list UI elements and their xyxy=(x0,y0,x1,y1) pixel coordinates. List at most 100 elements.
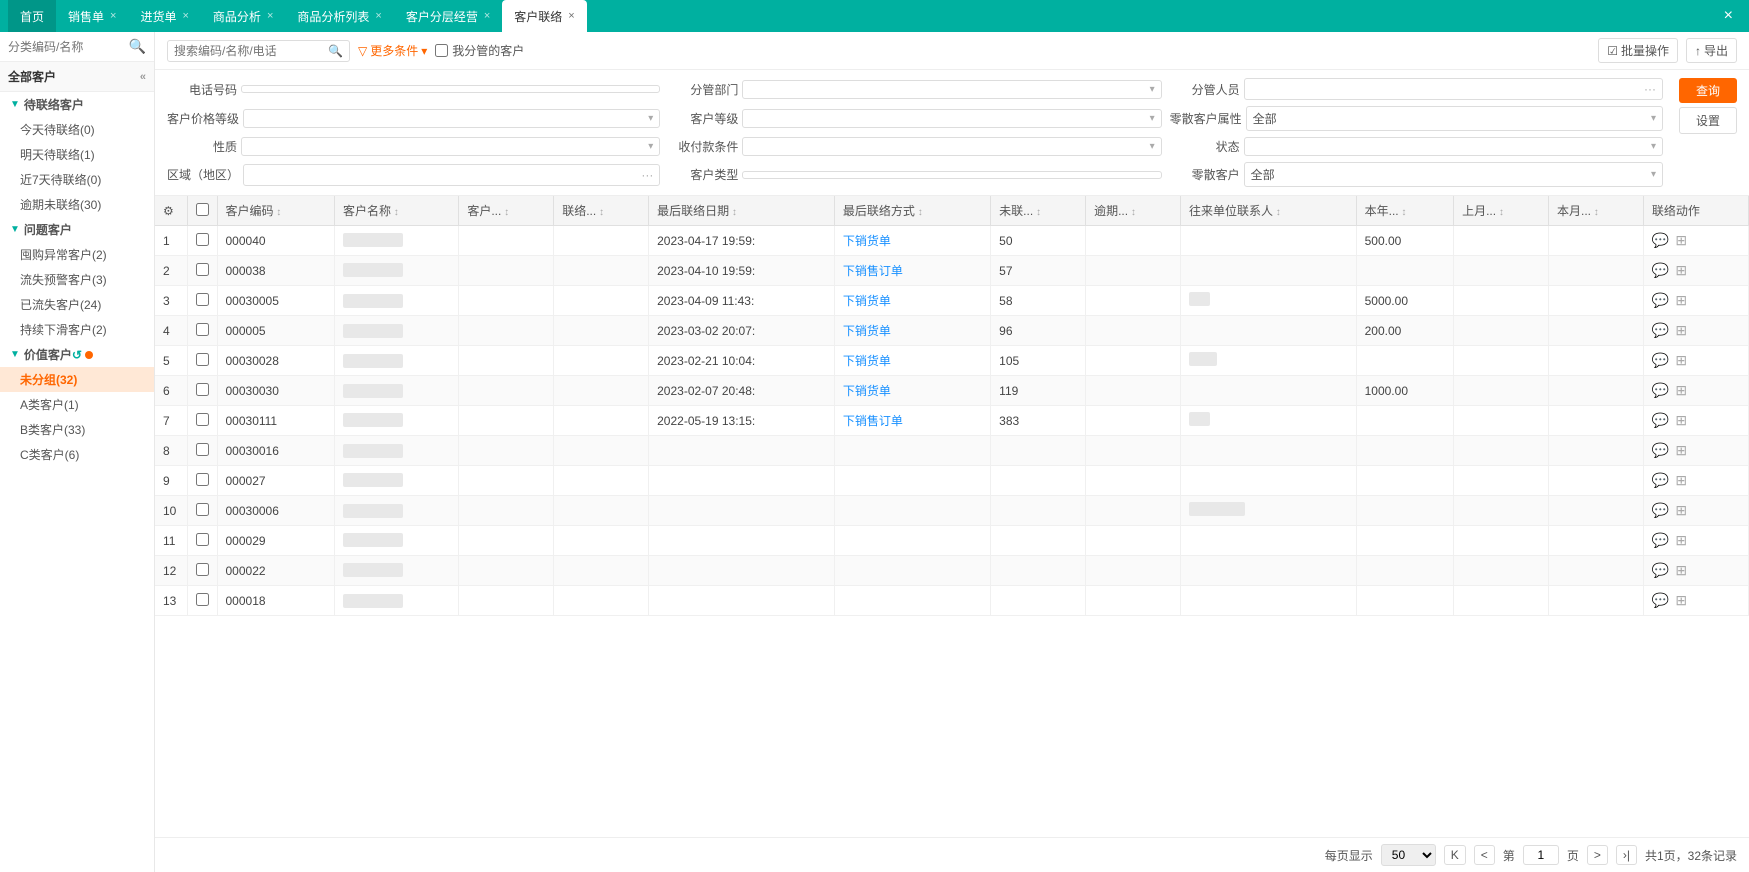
nav-tab-goods-list[interactable]: 商品分析列表 × xyxy=(285,0,393,32)
row-checkbox[interactable] xyxy=(196,503,209,516)
grid-icon[interactable]: ⊞ xyxy=(1675,442,1687,459)
grid-icon[interactable]: ⊞ xyxy=(1675,232,1687,249)
sidebar-item-unclassified[interactable]: 未分组(32) xyxy=(0,367,154,392)
sidebar-item-declining[interactable]: 持续下滑客户(2) xyxy=(0,317,154,342)
sidebar-item-churn-warning[interactable]: 流失预警客户(3) xyxy=(0,267,154,292)
filter-status-input[interactable]: ▾ xyxy=(1244,137,1663,156)
export-button[interactable]: ↑ 导出 xyxy=(1686,38,1737,63)
sidebar-item-churned[interactable]: 已流失客户(24) xyxy=(0,292,154,317)
th-this-year[interactable]: 本年... xyxy=(1356,196,1453,226)
chat-icon[interactable]: 💬 xyxy=(1652,262,1669,279)
th-type[interactable]: 客户... xyxy=(459,196,554,226)
th-counterpart[interactable]: 往来单位联系人 xyxy=(1180,196,1356,226)
filter-customer-level-input[interactable]: ▾ xyxy=(742,109,1161,128)
grid-icon[interactable]: ⊞ xyxy=(1675,322,1687,339)
nav-tab-customer-tier-close[interactable]: × xyxy=(484,10,490,22)
td-checkbox[interactable] xyxy=(187,586,217,616)
row-checkbox[interactable] xyxy=(196,473,209,486)
sidebar-pending-group[interactable]: ▼ 待联络客户 xyxy=(0,92,154,117)
filter-nature-input[interactable]: ▾ xyxy=(241,137,660,156)
chat-icon[interactable]: 💬 xyxy=(1652,532,1669,549)
grid-icon[interactable]: ⊞ xyxy=(1675,562,1687,579)
page-number-input[interactable] xyxy=(1523,845,1559,865)
nav-tab-goods-analysis-close[interactable]: × xyxy=(267,10,273,22)
filter-payment-input[interactable]: ▾ xyxy=(742,137,1161,156)
nav-tab-purchase-close[interactable]: × xyxy=(182,10,188,22)
filter-retail-customer-input[interactable]: 全部 ▾ xyxy=(1244,162,1663,187)
filter-region-input[interactable]: ··· xyxy=(243,164,660,186)
filter-person-input[interactable]: ··· xyxy=(1244,78,1663,100)
grid-icon[interactable]: ⊞ xyxy=(1675,352,1687,369)
nav-tab-sale-close[interactable]: × xyxy=(110,10,116,22)
chat-icon[interactable]: 💬 xyxy=(1652,502,1669,519)
td-checkbox[interactable] xyxy=(187,346,217,376)
row-checkbox[interactable] xyxy=(196,293,209,306)
contact-method-link[interactable]: 下销货单 xyxy=(843,384,891,398)
td-checkbox[interactable] xyxy=(187,226,217,256)
nav-tab-home[interactable]: 首页 xyxy=(8,0,56,32)
sidebar-problem-group[interactable]: ▼ 问题客户 xyxy=(0,217,154,242)
row-checkbox[interactable] xyxy=(196,533,209,546)
th-this-month[interactable]: 本月... xyxy=(1549,196,1644,226)
grid-icon[interactable]: ⊞ xyxy=(1675,592,1687,609)
sidebar-item-class-c[interactable]: C类客户(6) xyxy=(0,442,154,467)
contact-method-link[interactable]: 下销货单 xyxy=(843,234,891,248)
per-page-select[interactable]: 50 20 100 xyxy=(1381,844,1436,866)
td-checkbox[interactable] xyxy=(187,556,217,586)
th-last-contact-method[interactable]: 最后联络方式 xyxy=(834,196,990,226)
search-icon[interactable]: 🔍 xyxy=(328,44,343,58)
chat-icon[interactable]: 💬 xyxy=(1652,562,1669,579)
td-checkbox[interactable] xyxy=(187,256,217,286)
grid-icon[interactable]: ⊞ xyxy=(1675,412,1687,429)
contact-method-link[interactable]: 下销货单 xyxy=(843,324,891,338)
grid-icon[interactable]: ⊞ xyxy=(1675,532,1687,549)
my-customers-checkbox-input[interactable] xyxy=(435,44,448,57)
contact-method-link[interactable]: 下销售订单 xyxy=(843,414,903,428)
row-checkbox[interactable] xyxy=(196,383,209,396)
filter-dept-input[interactable]: ▾ xyxy=(742,80,1161,99)
th-settings[interactable]: ⚙ xyxy=(155,196,187,226)
chat-icon[interactable]: 💬 xyxy=(1652,232,1669,249)
row-checkbox[interactable] xyxy=(196,413,209,426)
chat-icon[interactable]: 💬 xyxy=(1652,292,1669,309)
filter-retail-attr-input[interactable]: 全部 ▾ xyxy=(1246,106,1663,131)
row-checkbox[interactable] xyxy=(196,233,209,246)
th-last-month[interactable]: 上月... xyxy=(1454,196,1549,226)
sidebar-search-icon[interactable]: 🔍 xyxy=(129,38,146,55)
row-checkbox[interactable] xyxy=(196,353,209,366)
th-contact[interactable]: 联络... xyxy=(554,196,649,226)
my-customers-checkbox[interactable]: 我分管的客户 xyxy=(435,42,524,59)
contact-method-link[interactable]: 下销货单 xyxy=(843,354,891,368)
nav-tab-purchase[interactable]: 进货单 × xyxy=(128,0,200,32)
sidebar-item-7days[interactable]: 近7天待联络(0) xyxy=(0,167,154,192)
chat-icon[interactable]: 💬 xyxy=(1652,592,1669,609)
td-checkbox[interactable] xyxy=(187,436,217,466)
row-checkbox[interactable] xyxy=(196,263,209,276)
sidebar-item-class-b[interactable]: B类客户(33) xyxy=(0,417,154,442)
row-checkbox[interactable] xyxy=(196,563,209,576)
more-conditions-button[interactable]: ▽ 更多条件 ▾ xyxy=(358,42,427,59)
query-button[interactable]: 查询 xyxy=(1679,78,1737,103)
grid-icon[interactable]: ⊞ xyxy=(1675,472,1687,489)
th-no-contact[interactable]: 未联... xyxy=(991,196,1086,226)
nav-tab-sale[interactable]: 销售单 × xyxy=(56,0,128,32)
th-last-contact-date[interactable]: 最后联络日期 xyxy=(649,196,835,226)
reset-button[interactable]: 设置 xyxy=(1679,107,1737,134)
td-checkbox[interactable] xyxy=(187,526,217,556)
nav-tab-goods-list-close[interactable]: × xyxy=(375,10,381,22)
nav-tab-goods-analysis[interactable]: 商品分析 × xyxy=(201,0,285,32)
grid-icon[interactable]: ⊞ xyxy=(1675,502,1687,519)
next-page-button[interactable]: > xyxy=(1587,845,1608,865)
sidebar-all-customers[interactable]: 全部客户 « xyxy=(0,62,154,92)
prev-page-button[interactable]: < xyxy=(1474,845,1495,865)
search-input[interactable] xyxy=(174,44,324,58)
chat-icon[interactable]: 💬 xyxy=(1652,382,1669,399)
sidebar-value-group[interactable]: ▼ 价值客户 ↺ xyxy=(0,342,154,367)
td-checkbox[interactable] xyxy=(187,376,217,406)
sidebar-item-overdue[interactable]: 逾期未联络(30) xyxy=(0,192,154,217)
last-page-button[interactable]: ›| xyxy=(1616,845,1637,865)
sidebar-item-today[interactable]: 今天待联络(0) xyxy=(0,117,154,142)
grid-icon[interactable]: ⊞ xyxy=(1675,382,1687,399)
chat-icon[interactable]: 💬 xyxy=(1652,472,1669,489)
row-checkbox[interactable] xyxy=(196,323,209,336)
